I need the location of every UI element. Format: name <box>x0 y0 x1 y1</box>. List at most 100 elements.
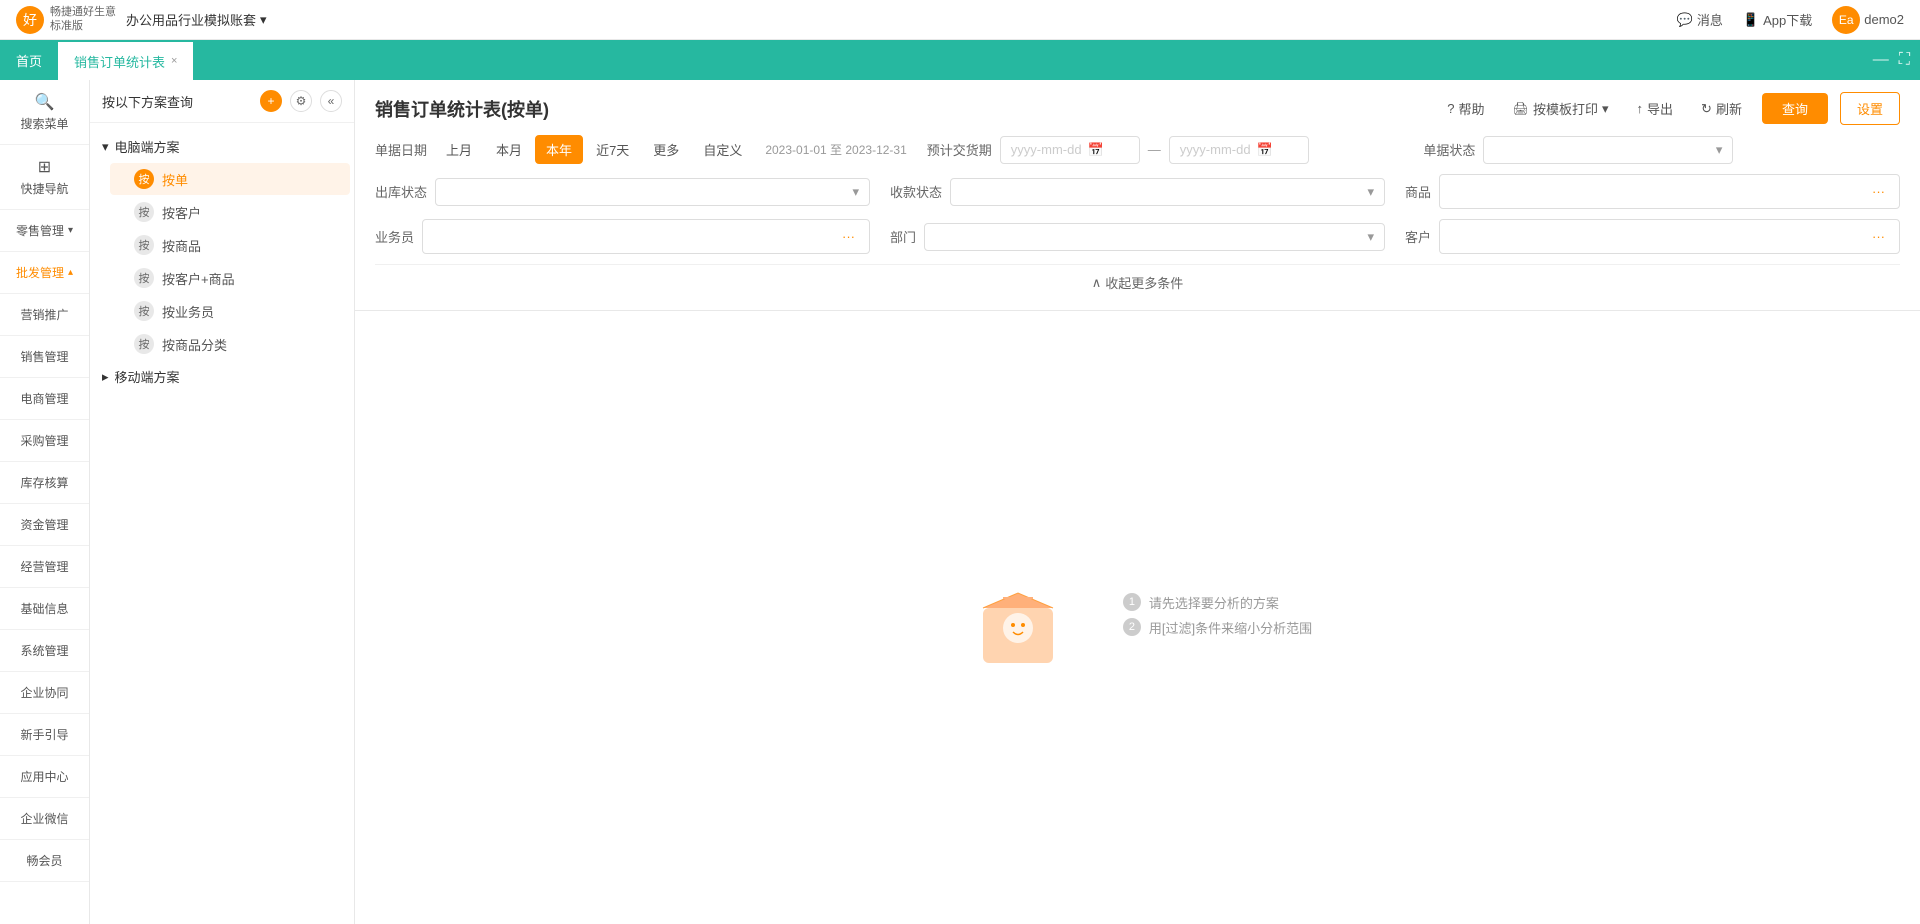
collapse-panel-button[interactable]: « <box>320 90 342 112</box>
print-chevron-icon: ▾ <box>1602 101 1609 117</box>
product-more-btn[interactable]: ··· <box>1868 180 1889 203</box>
sidebar: 🔍 搜索菜单 ⊞ 快捷导航 零售管理 ▾ 批发管理 ▴ 营销推广 销售管理 电商… <box>0 80 90 924</box>
chevron-down-icon: ▾ <box>260 12 267 28</box>
last-7-days-btn[interactable]: 近7天 <box>585 135 640 164</box>
sidebar-item-purchase[interactable]: 采购管理 <box>0 420 89 462</box>
sidebar-item-app-center[interactable]: 应用中心 <box>0 756 89 798</box>
query-button[interactable]: 查询 <box>1762 93 1828 124</box>
current-year-btn[interactable]: 本年 <box>535 135 583 164</box>
department-group: 部门 ▾ <box>890 223 1385 251</box>
sidebar-item-member[interactable]: 畅会员 <box>0 840 89 882</box>
chevron-up-icon: ∧ <box>1092 275 1102 291</box>
tabbar-actions: — ⛶ <box>1873 51 1920 69</box>
tree-item-by-customer[interactable]: 按 按客户 <box>110 196 350 228</box>
last-month-btn[interactable]: 上月 <box>435 135 483 164</box>
salesperson-select[interactable]: ··· <box>422 219 870 254</box>
mobile-icon: 📱 <box>1743 12 1759 28</box>
filter-row-1: 单据日期 上月 本月 本年 近7天 更多 自定义 2023-01-01 至 20… <box>375 135 1900 164</box>
export-icon: ↑ <box>1637 101 1644 116</box>
message-button[interactable]: 💬 消息 <box>1677 10 1723 29</box>
sidebar-item-marketing[interactable]: 营销推广 <box>0 294 89 336</box>
app-download-button[interactable]: 📱 App下载 <box>1743 10 1812 29</box>
tree-item-by-customer-product[interactable]: 按 按客户+商品 <box>110 262 350 294</box>
chevron-down-icon: ▾ <box>1367 184 1374 200</box>
custom-date-btn[interactable]: 自定义 <box>692 135 753 164</box>
salesperson-more-btn[interactable]: ··· <box>838 225 859 248</box>
page-header-top: 销售订单统计表(按单) ? 帮助 🖨 按模板打印 ▾ ↑ <box>375 92 1900 135</box>
empty-content: 1 请先选择要分析的方案 2 用[过滤]条件来缩小分析范围 <box>963 558 1312 678</box>
this-month-btn[interactable]: 本月 <box>485 135 533 164</box>
sidebar-item-finance[interactable]: 资金管理 <box>0 504 89 546</box>
delivery-status-select[interactable]: ▾ <box>435 178 870 206</box>
filter-section: 单据日期 上月 本月 本年 近7天 更多 自定义 2023-01-01 至 20… <box>375 135 1900 310</box>
tree-section-mobile-header[interactable]: ▸ 移动端方案 <box>90 361 354 392</box>
calendar-icon: 📅 <box>1088 142 1104 158</box>
grid-icon: ⊞ <box>38 157 51 177</box>
topbar-right: 💬 消息 📱 App下载 Ea demo2 <box>1677 6 1904 34</box>
refresh-button[interactable]: ↻ 刷新 <box>1693 95 1750 122</box>
sidebar-item-enterprise[interactable]: 企业协同 <box>0 672 89 714</box>
scheme-icon-cust-prod: 按 <box>134 268 154 288</box>
chevron-down-icon: ▾ <box>1367 229 1374 245</box>
sidebar-item-basic-info[interactable]: 基础信息 <box>0 588 89 630</box>
tree-item-by-product[interactable]: 按 按商品 <box>110 229 350 261</box>
minimize-window-button[interactable]: — <box>1873 51 1889 69</box>
user-profile[interactable]: Ea demo2 <box>1832 6 1904 34</box>
right-content: 销售订单统计表(按单) ? 帮助 🖨 按模板打印 ▾ ↑ <box>355 80 1920 924</box>
message-icon: 💬 <box>1677 12 1693 28</box>
sidebar-item-search[interactable]: 🔍 搜索菜单 <box>0 80 89 145</box>
product-label: 商品 <box>1405 182 1431 201</box>
tabbar: 首页 销售订单统计表 × — ⛶ <box>0 40 1920 80</box>
sidebar-item-new-user[interactable]: 新手引导 <box>0 714 89 756</box>
sidebar-item-sales-mgmt[interactable]: 销售管理 <box>0 336 89 378</box>
customer-more-btn[interactable]: ··· <box>1868 225 1889 248</box>
customer-select[interactable]: ··· <box>1439 219 1900 254</box>
sidebar-item-inventory[interactable]: 库存核算 <box>0 462 89 504</box>
tab-close-icon[interactable]: × <box>171 55 177 67</box>
tree-section-pc-header[interactable]: ▾ 电脑端方案 <box>90 131 354 162</box>
scheme-settings-button[interactable]: ⚙ <box>290 90 312 112</box>
order-status-group: 单据状态 ▾ <box>1423 136 1900 164</box>
collapse-filters-button[interactable]: ∧ 收起更多条件 <box>375 264 1900 300</box>
print-button[interactable]: 🖨 按模板打印 ▾ <box>1504 95 1616 122</box>
order-status-select[interactable]: ▾ <box>1483 136 1733 164</box>
app-selector[interactable]: 办公用品行业模拟账套 ▾ <box>126 10 267 29</box>
avatar: Ea <box>1832 6 1860 34</box>
date-range-text: 2023-01-01 至 2023-12-31 <box>765 141 906 158</box>
sidebar-item-wholesale[interactable]: 批发管理 ▴ <box>0 252 89 294</box>
more-date-btn[interactable]: 更多 <box>642 135 690 164</box>
payment-status-select[interactable]: ▾ <box>950 178 1385 206</box>
sidebar-item-enterprise-wechat[interactable]: 企业微信 <box>0 798 89 840</box>
empty-hint-2: 2 用[过滤]条件来缩小分析范围 <box>1123 618 1312 637</box>
page-title: 销售订单统计表(按单) <box>375 96 549 122</box>
expected-delivery-start-input[interactable]: yyyy-mm-dd 📅 <box>1000 136 1140 164</box>
customer-label: 客户 <box>1405 227 1431 246</box>
department-select[interactable]: ▾ <box>924 223 1385 251</box>
payment-status-group: 收款状态 ▾ <box>890 178 1385 206</box>
delivery-status-label: 出库状态 <box>375 182 427 201</box>
tree-item-by-salesman[interactable]: 按 按业务员 <box>110 295 350 327</box>
tree-item-by-order[interactable]: 按 按单 <box>110 163 350 195</box>
expected-delivery-end-input[interactable]: yyyy-mm-dd 📅 <box>1169 136 1309 164</box>
logo-area: 好 畅捷通好生意 标准版 <box>16 6 116 34</box>
tab-home[interactable]: 首页 <box>0 40 58 80</box>
date-separator: — <box>1148 142 1161 157</box>
tab-sales-order-stat[interactable]: 销售订单统计表 × <box>58 40 193 80</box>
scheme-icon-salesman: 按 <box>134 301 154 321</box>
settings-button[interactable]: 设置 <box>1840 92 1900 125</box>
tree-item-by-product-category[interactable]: 按 按商品分类 <box>110 328 350 360</box>
scheme-icon-prod-cat: 按 <box>134 334 154 354</box>
add-scheme-button[interactable]: + <box>260 90 282 112</box>
date-buttons: 上月 本月 本年 近7天 更多 自定义 <box>435 135 753 164</box>
export-button[interactable]: ↑ 导出 <box>1629 95 1682 122</box>
sidebar-item-retail[interactable]: 零售管理 ▾ <box>0 210 89 252</box>
print-icon: 🖨 <box>1512 101 1529 117</box>
sidebar-item-operations[interactable]: 经营管理 <box>0 546 89 588</box>
maximize-window-button[interactable]: ⛶ <box>1899 51 1910 69</box>
sidebar-item-quick-nav[interactable]: ⊞ 快捷导航 <box>0 145 89 210</box>
product-select[interactable]: ··· <box>1439 174 1900 209</box>
date-filter-group: 单据日期 上月 本月 本年 近7天 更多 自定义 2023-01-01 至 20… <box>375 135 907 164</box>
help-button[interactable]: ? 帮助 <box>1439 95 1492 122</box>
sidebar-item-ecommerce[interactable]: 电商管理 <box>0 378 89 420</box>
sidebar-item-system[interactable]: 系统管理 <box>0 630 89 672</box>
